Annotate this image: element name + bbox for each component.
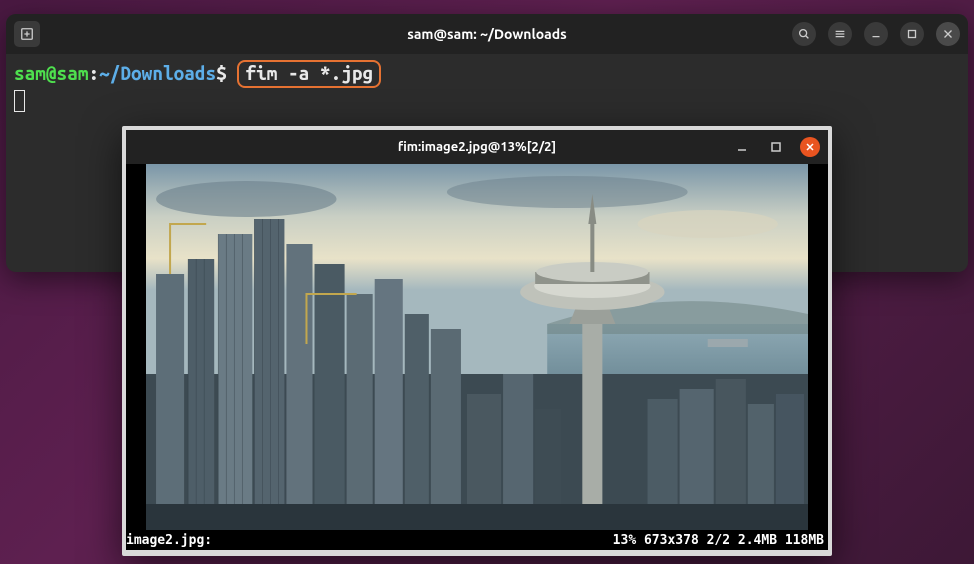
- prompt-dollar: $: [216, 62, 227, 84]
- prompt-user: sam@sam: [14, 62, 88, 84]
- terminal-body[interactable]: sam@sam:~/Downloads$ fim -a *.jpg: [6, 54, 968, 124]
- terminal-line: sam@sam:~/Downloads$ fim -a *.jpg: [14, 60, 960, 88]
- status-info: 13% 673x378 2/2 2.4MB 118MB: [613, 533, 824, 548]
- viewer-image: [146, 164, 808, 532]
- search-icon: [797, 27, 811, 41]
- viewer-close-button[interactable]: [800, 137, 820, 157]
- hamburger-icon: [833, 27, 847, 41]
- new-tab-button[interactable]: [14, 21, 40, 47]
- terminal-titlebar[interactable]: sam@sam: ~/Downloads: [6, 14, 968, 54]
- terminal-cursor: [14, 90, 25, 112]
- viewer-titlebar[interactable]: fim:image2.jpg@13%[2/2]: [126, 130, 828, 164]
- close-button[interactable]: [936, 22, 960, 46]
- maximize-button[interactable]: [900, 22, 924, 46]
- search-button[interactable]: [792, 22, 816, 46]
- image-viewer-window: fim:image2.jpg@13%[2/2]: [122, 126, 832, 556]
- viewer-statusbar: image2.jpg: 13% 673x378 2/2 2.4MB 118MB: [126, 530, 828, 550]
- minimize-icon: [736, 141, 748, 153]
- prompt-path: ~/Downloads: [99, 62, 216, 84]
- status-filename: image2.jpg:: [126, 533, 212, 548]
- maximize-icon: [770, 141, 782, 153]
- minimize-icon: [869, 27, 883, 41]
- menu-button[interactable]: [828, 22, 852, 46]
- new-tab-icon: [20, 27, 34, 41]
- close-icon: [941, 27, 955, 41]
- viewer-minimize-button[interactable]: [732, 137, 752, 157]
- viewer-title: fim:image2.jpg@13%[2/2]: [126, 140, 828, 154]
- viewer-maximize-button[interactable]: [766, 137, 786, 157]
- cityscape-image: [146, 164, 808, 532]
- minimize-button[interactable]: [864, 22, 888, 46]
- close-icon: [805, 142, 815, 152]
- prompt-sep: :: [88, 62, 99, 84]
- command-highlight: fim -a *.jpg: [237, 60, 381, 88]
- maximize-icon: [905, 27, 919, 41]
